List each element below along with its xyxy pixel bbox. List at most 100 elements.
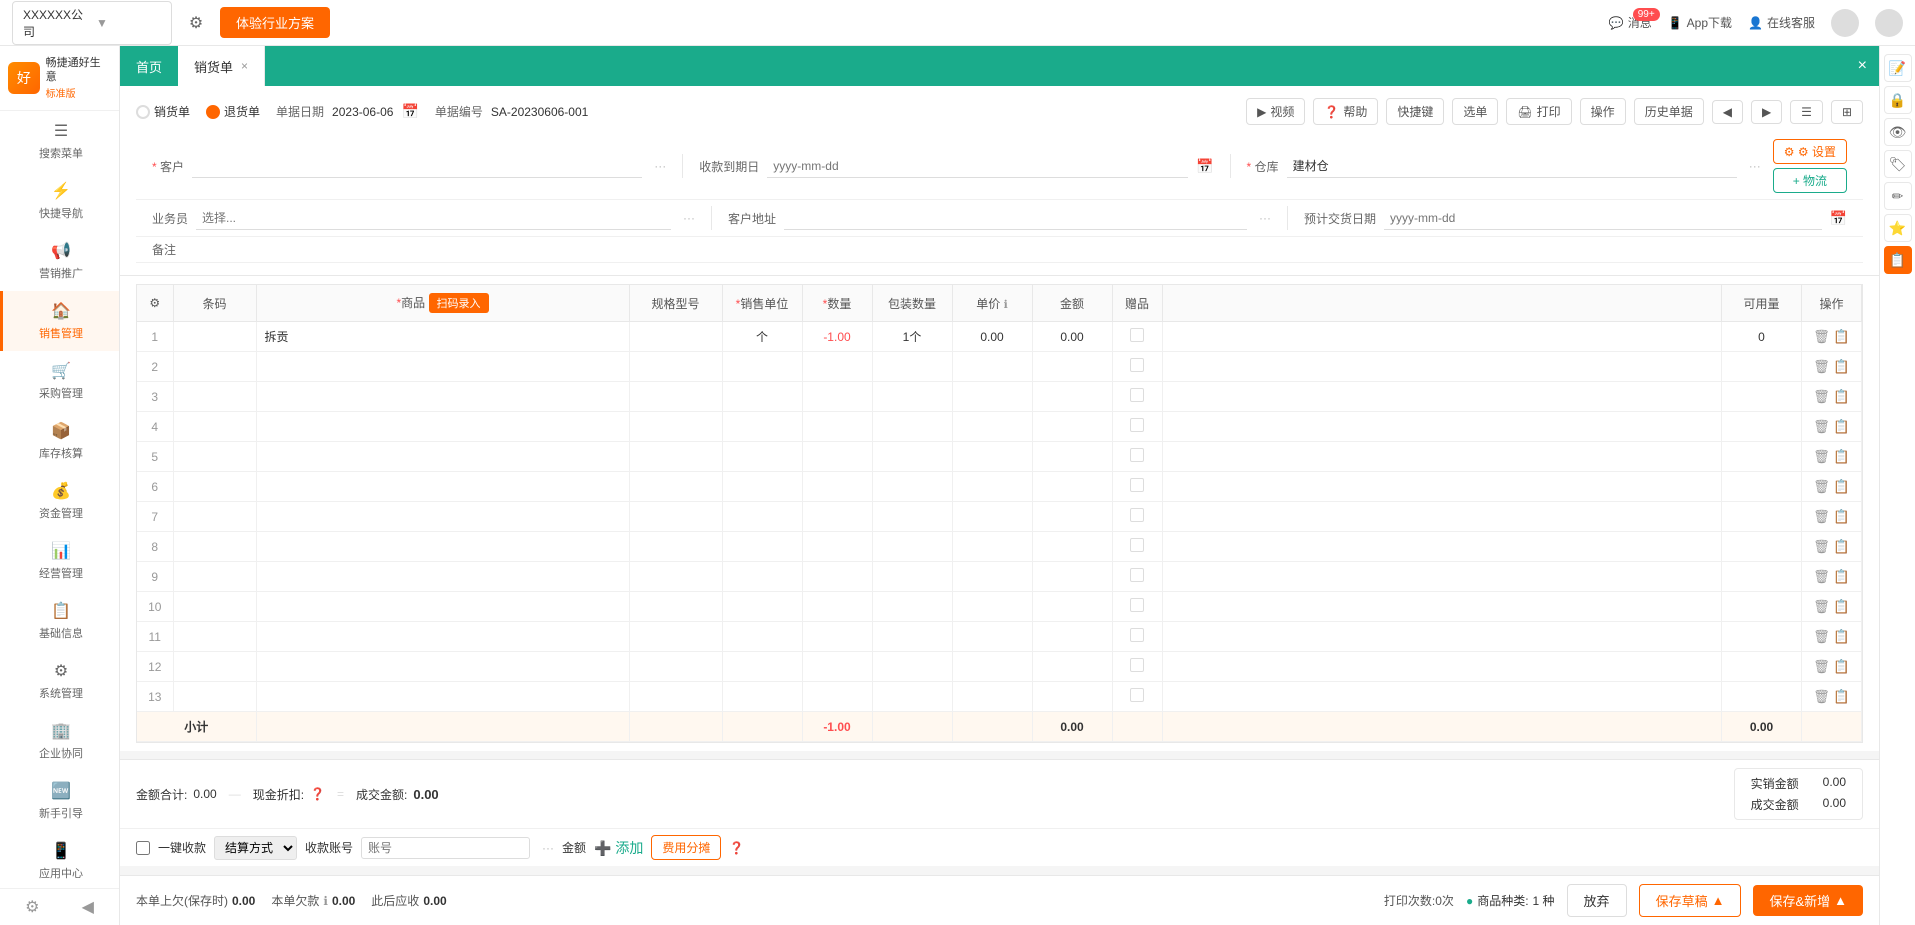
settings-gear-button[interactable]: ⚙ (180, 7, 212, 39)
scan-barcode-button[interactable]: 扫码录入 (429, 293, 489, 313)
cell-gift[interactable] (1112, 322, 1162, 352)
cell-price[interactable] (952, 412, 1032, 442)
cell-qty[interactable]: -1.00 (802, 322, 872, 352)
cell-barcode[interactable] (173, 442, 256, 472)
cell-product[interactable] (256, 442, 629, 472)
sidebar-item-basic[interactable]: 📋 基础信息 (0, 591, 119, 651)
rp-eye-button[interactable]: 👁 (1884, 118, 1912, 146)
row-copy-button[interactable]: 📋 (1833, 329, 1850, 345)
cell-barcode[interactable] (173, 352, 256, 382)
actions-button[interactable]: 操作 (1580, 98, 1626, 125)
cell-spec[interactable] (629, 502, 722, 532)
cell-product[interactable] (256, 652, 629, 682)
cell-gift[interactable] (1112, 622, 1162, 652)
cell-qty[interactable] (802, 472, 872, 502)
th-settings[interactable]: ⚙ (137, 285, 173, 322)
cell-barcode[interactable] (173, 622, 256, 652)
discard-button[interactable]: 放弃 (1567, 884, 1627, 917)
row-delete-button[interactable]: 🗑 (1813, 539, 1830, 555)
trial-button[interactable]: 体验行业方案 (220, 7, 330, 38)
cell-product[interactable] (256, 502, 629, 532)
row-copy-button[interactable]: 📋 (1833, 479, 1850, 495)
delivery-calendar-icon[interactable]: 📅 (1830, 210, 1847, 227)
cell-gift[interactable] (1112, 592, 1162, 622)
rp-tag-button[interactable]: 🏷 (1884, 150, 1912, 178)
row-copy-button[interactable]: 📋 (1833, 539, 1850, 555)
user-avatar[interactable] (1831, 9, 1859, 37)
shortcut-button[interactable]: 快捷键 (1386, 98, 1444, 125)
cell-unit[interactable] (722, 682, 802, 712)
customer-input[interactable] (192, 155, 642, 178)
row-delete-button[interactable]: 🗑 (1813, 449, 1830, 465)
cell-qty[interactable] (802, 442, 872, 472)
row-copy-button[interactable]: 📋 (1833, 419, 1850, 435)
customer-addr-input[interactable] (784, 207, 1247, 230)
cell-price[interactable] (952, 592, 1032, 622)
sidebar-collapse-button[interactable]: ◀ (82, 897, 94, 917)
payment-method-select[interactable]: 结算方式 (214, 836, 297, 860)
cell-spec[interactable] (629, 532, 722, 562)
product-type-radio-icon[interactable]: ● (1466, 894, 1473, 908)
cell-product[interactable]: 拆贡 (256, 322, 629, 352)
cell-product[interactable] (256, 682, 629, 712)
cell-product[interactable] (256, 532, 629, 562)
cell-amount[interactable] (1032, 442, 1112, 472)
tab-sales-order[interactable]: 销货单 × (178, 46, 265, 86)
cell-product[interactable] (256, 412, 629, 442)
row-delete-button[interactable]: 🗑 (1813, 629, 1830, 645)
row-copy-button[interactable]: 📋 (1833, 509, 1850, 525)
cell-product[interactable] (256, 382, 629, 412)
cell-barcode[interactable] (173, 562, 256, 592)
messages-button[interactable]: 💬 消息 99+ (1609, 14, 1652, 31)
row-copy-button[interactable]: 📋 (1833, 449, 1850, 465)
cell-qty[interactable] (802, 382, 872, 412)
cell-unit[interactable] (722, 472, 802, 502)
expense-split-button[interactable]: 费用分摊 (651, 835, 721, 860)
cell-barcode[interactable] (173, 652, 256, 682)
cell-unit[interactable] (722, 352, 802, 382)
cell-price[interactable] (952, 382, 1032, 412)
cell-price[interactable] (952, 562, 1032, 592)
sidebar-item-corp[interactable]: 🏢 企业协同 (0, 711, 119, 771)
row-delete-button[interactable]: 🗑 (1813, 359, 1830, 375)
customer-selector-icon[interactable]: ··· (654, 159, 666, 173)
save-draft-button[interactable]: 保存草稿 ▲ (1639, 884, 1742, 917)
salesperson-selector-icon[interactable]: ··· (683, 211, 695, 225)
print-button[interactable]: 🖨 打印 (1506, 98, 1571, 125)
cell-pkgqty[interactable]: 1个 (872, 322, 952, 352)
sidebar-item-marketing[interactable]: 📢 营销推广 (0, 231, 119, 291)
online-support-button[interactable]: 👤 在线客服 (1748, 14, 1815, 31)
save-new-button[interactable]: 保存&新增 ▲ (1753, 885, 1863, 916)
cell-qty[interactable] (802, 502, 872, 532)
date-calendar-icon[interactable]: 📅 (401, 103, 418, 120)
video-button[interactable]: ▶ 视频 (1246, 98, 1305, 125)
cell-pkgqty[interactable] (872, 562, 952, 592)
cell-spec[interactable] (629, 322, 722, 352)
cell-qty[interactable] (802, 652, 872, 682)
cell-product[interactable] (256, 352, 629, 382)
cell-pkgqty[interactable] (872, 532, 952, 562)
cell-price[interactable] (952, 442, 1032, 472)
due-date-calendar-icon[interactable]: 📅 (1196, 158, 1213, 175)
cell-spec[interactable] (629, 472, 722, 502)
cell-spec[interactable] (629, 622, 722, 652)
price-info-icon[interactable]: ℹ (1004, 299, 1008, 311)
row-delete-button[interactable]: 🗑 (1813, 509, 1830, 525)
nav-prev-button[interactable]: ◀ (1712, 100, 1743, 124)
cell-gift[interactable] (1112, 472, 1162, 502)
cell-barcode[interactable] (173, 592, 256, 622)
cell-unit[interactable] (722, 652, 802, 682)
cell-gift[interactable] (1112, 382, 1162, 412)
cell-product[interactable] (256, 622, 629, 652)
cell-amount[interactable] (1032, 652, 1112, 682)
cell-unit[interactable] (722, 412, 802, 442)
cell-price[interactable] (952, 652, 1032, 682)
one-click-payment-checkbox[interactable] (136, 841, 150, 855)
cell-spec[interactable] (629, 382, 722, 412)
discount-info-icon[interactable]: ❓ (310, 787, 325, 801)
row-copy-button[interactable]: 📋 (1833, 629, 1850, 645)
select-order-button[interactable]: 选单 (1452, 98, 1498, 125)
row-delete-button[interactable]: 🗑 (1813, 599, 1830, 615)
row-delete-button[interactable]: 🗑 (1813, 479, 1830, 495)
cell-amount[interactable] (1032, 622, 1112, 652)
